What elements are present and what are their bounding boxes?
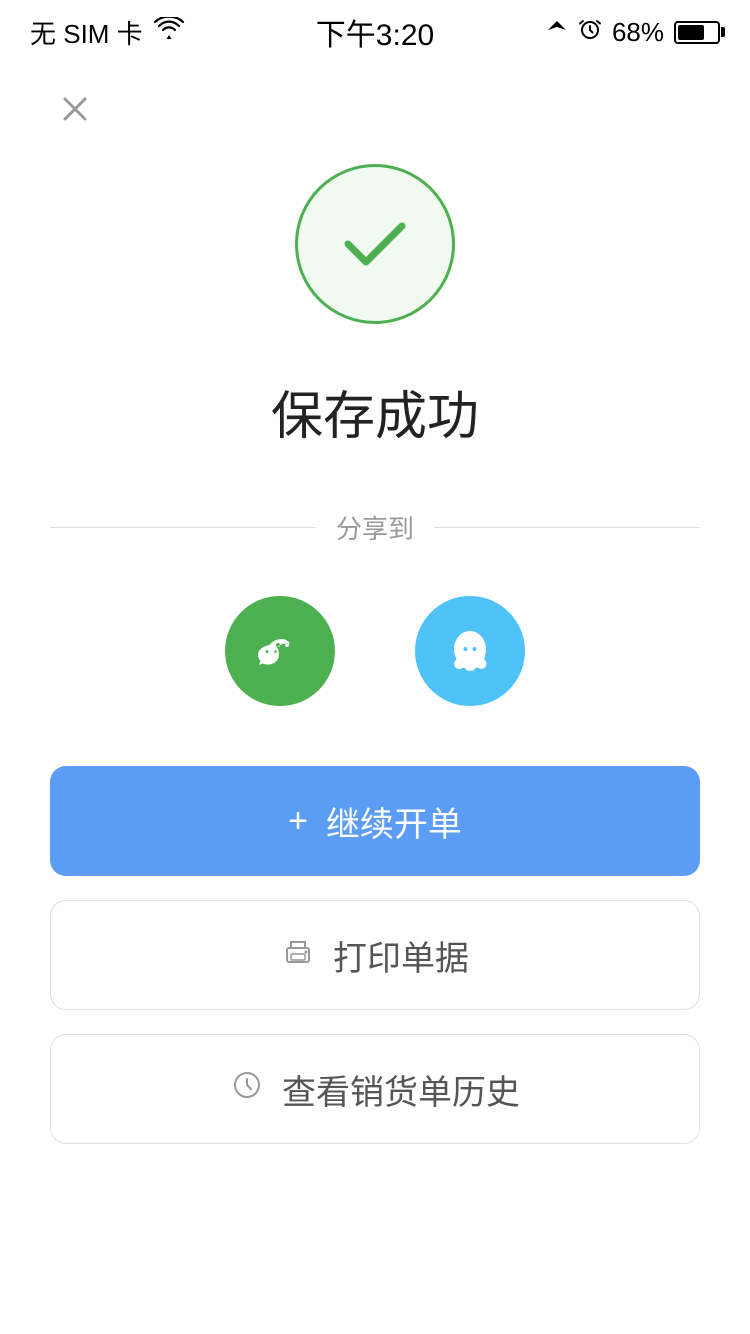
main-content: 保存成功 分享到 [0,64,750,1144]
share-divider: 分享到 [50,509,700,546]
battery-icon [674,21,720,44]
divider-right [434,527,700,528]
view-history-label: 查看销货单历史 [282,1065,520,1114]
close-icon [57,91,93,127]
status-bar: 无 SIM 卡 下午3:20 68% [0,0,750,64]
checkmark-icon [330,199,420,289]
no-sim-label: 无 SIM 卡 [30,14,143,51]
printer-icon [281,934,315,977]
status-left: 无 SIM 卡 [30,14,185,51]
wechat-icon [248,619,312,683]
print-receipt-button[interactable]: 打印单据 [50,900,700,1010]
history-icon [230,1068,264,1111]
continue-order-label: 继续开单 [326,797,462,846]
status-right: 68% [546,17,720,48]
share-section: 分享到 [50,509,700,706]
plus-icon: + [288,802,308,841]
wechat-share-button[interactable] [225,596,335,706]
battery-percent: 68% [612,17,664,48]
action-buttons: + 继续开单 打印单据 [50,766,700,1144]
qq-icon [438,619,502,683]
location-icon [546,17,568,48]
qq-share-button[interactable] [415,596,525,706]
success-section: 保存成功 分享到 [50,84,700,1144]
wifi-icon [153,16,185,48]
status-time: 下午3:20 [316,10,434,54]
success-title: 保存成功 [271,374,479,449]
divider-left [50,527,316,528]
share-label: 分享到 [336,509,414,546]
print-receipt-label: 打印单据 [333,931,469,980]
share-icons [50,596,700,706]
alarm-icon [578,17,602,48]
view-history-button[interactable]: 查看销货单历史 [50,1034,700,1144]
close-button[interactable] [50,84,100,134]
continue-order-button[interactable]: + 继续开单 [50,766,700,876]
success-circle [295,164,455,324]
